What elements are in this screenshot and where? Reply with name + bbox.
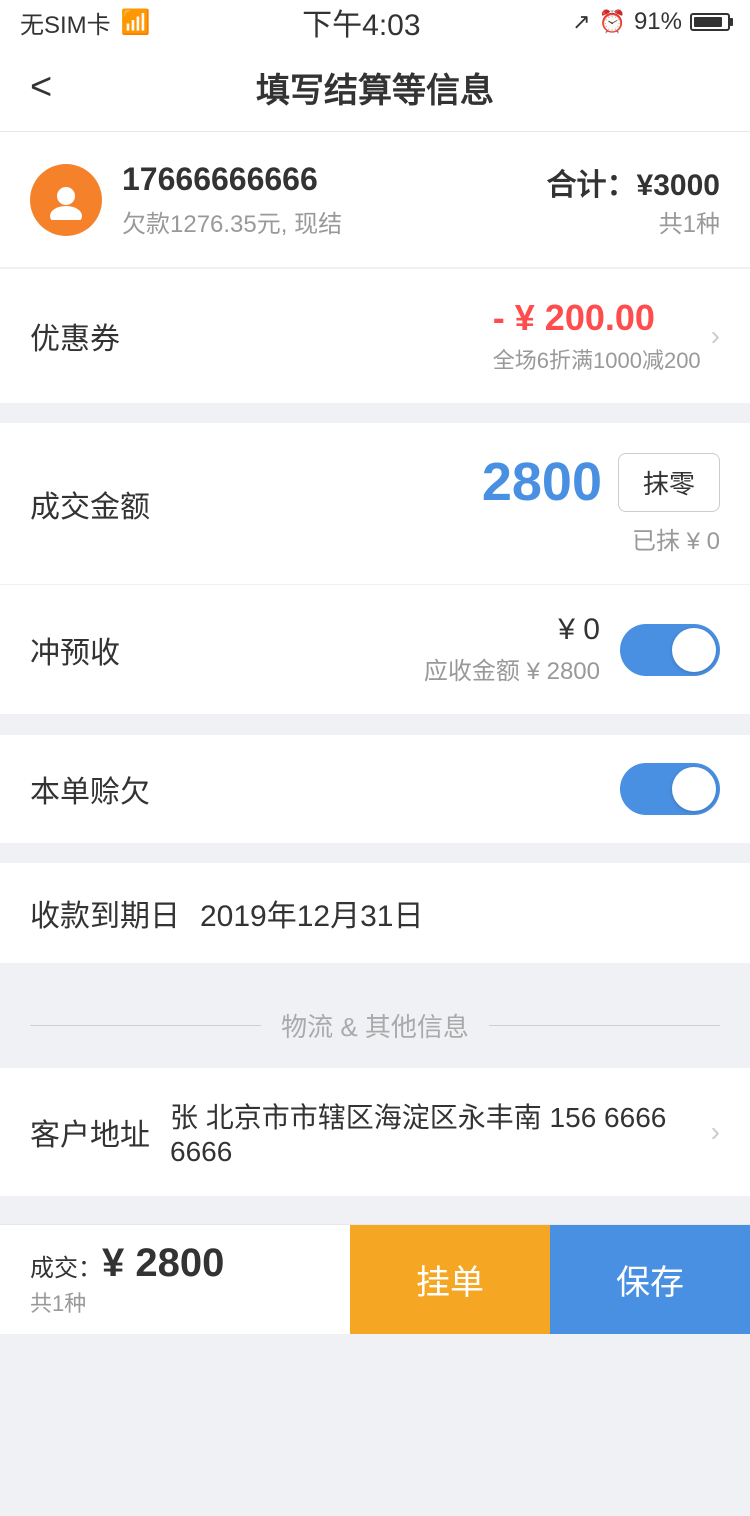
status-bar: 无SIM卡 📶 下午4:03 ↗ ⏰ 91%	[0, 0, 750, 44]
credit-row: 本单赊欠	[0, 735, 750, 843]
page-title: 填写结算等信息	[256, 63, 494, 112]
credit-toggle-knob	[672, 767, 716, 811]
divider-line-left	[30, 1025, 261, 1026]
battery-icon	[690, 13, 730, 31]
prepay-amount-value: ¥ 0	[424, 613, 600, 647]
status-left: 无SIM卡 📶	[20, 5, 151, 40]
prepay-sub-text: 应收金额 ¥ 2800	[424, 651, 600, 686]
bottom-amount-value: ¥ 2800	[102, 1241, 224, 1286]
transaction-label: 成交金额	[30, 482, 150, 526]
credit-section: 本单赊欠	[0, 735, 750, 843]
product-count: 共1种	[547, 204, 720, 239]
wifi-icon: 📶	[121, 8, 151, 37]
transaction-value: 2800	[482, 451, 602, 513]
address-label: 客户地址	[30, 1110, 150, 1154]
transaction-row: 成交金额 2800 抹零 已抹 ¥ 0	[0, 423, 750, 585]
coupon-discount: - ¥ 200.00	[493, 297, 701, 339]
divider-line-right	[489, 1025, 720, 1026]
section-divider-3	[0, 843, 750, 863]
alarm-icon: ⏰	[599, 9, 626, 35]
coupon-label: 优惠券	[30, 314, 120, 358]
bottom-info: 成交： ¥ 2800 共1种	[0, 1225, 350, 1334]
chevron-right-icon: ›	[711, 320, 720, 352]
coupon-description: 全场6折满1000减200	[493, 343, 701, 375]
bottom-transaction-label: 成交：	[30, 1248, 102, 1283]
status-right: ↗ ⏰ 91%	[572, 8, 730, 36]
due-date-value: 2019年12月31日	[200, 891, 423, 935]
bottom-bar: 成交： ¥ 2800 共1种 挂单 保存	[0, 1224, 750, 1334]
nav-bar: < 填写结算等信息	[0, 44, 750, 132]
save-button[interactable]: 保存	[550, 1225, 750, 1334]
customer-debt: 欠款1276.35元, 现结	[122, 204, 342, 239]
pending-button[interactable]: 挂单	[350, 1225, 550, 1334]
prepay-label: 冲预收	[30, 628, 120, 672]
due-date-row: 收款到期日 2019年12月31日	[0, 863, 750, 963]
toggle-knob	[672, 628, 716, 672]
customer-phone: 17666666666	[122, 161, 342, 198]
round-button[interactable]: 抹零	[618, 453, 720, 512]
back-button[interactable]: <	[30, 56, 72, 119]
due-date-label: 收款到期日	[30, 891, 180, 935]
address-row[interactable]: 客户地址 张 北京市市辖区海淀区永丰南 156 6666 6666 ›	[0, 1068, 750, 1196]
total-amount: 合计：¥3000	[547, 160, 720, 204]
prepay-toggle[interactable]	[620, 624, 720, 676]
customer-card: 17666666666 欠款1276.35元, 现结 合计：¥3000 共1种	[0, 132, 750, 267]
address-value: 张 北京市市辖区海淀区永丰南 156 6666 6666	[170, 1096, 711, 1168]
status-time: 下午4:03	[302, 0, 420, 44]
section-divider-2	[0, 715, 750, 735]
carrier-text: 无SIM卡	[20, 5, 111, 40]
section-divider-4	[0, 963, 750, 983]
logistics-text: 物流 & 其他信息	[281, 1007, 469, 1044]
bottom-count: 共1种	[30, 1286, 320, 1318]
transaction-section: 成交金额 2800 抹零 已抹 ¥ 0 冲预收 ¥ 0 应收金额 ¥ 2800	[0, 423, 750, 715]
battery-percent: 91%	[634, 8, 682, 36]
amount-sub-text: 已抹 ¥ 0	[632, 521, 720, 556]
avatar	[30, 164, 102, 236]
location-icon: ↗	[572, 9, 590, 35]
section-divider-1	[0, 403, 750, 423]
coupon-row[interactable]: 优惠券 - ¥ 200.00 全场6折满1000减200 ›	[0, 268, 750, 403]
prepay-row: 冲预收 ¥ 0 应收金额 ¥ 2800	[0, 585, 750, 715]
address-chevron-icon: ›	[711, 1116, 720, 1148]
logistics-divider: 物流 & 其他信息	[0, 983, 750, 1068]
credit-label: 本单赊欠	[30, 767, 150, 811]
credit-toggle[interactable]	[620, 763, 720, 815]
